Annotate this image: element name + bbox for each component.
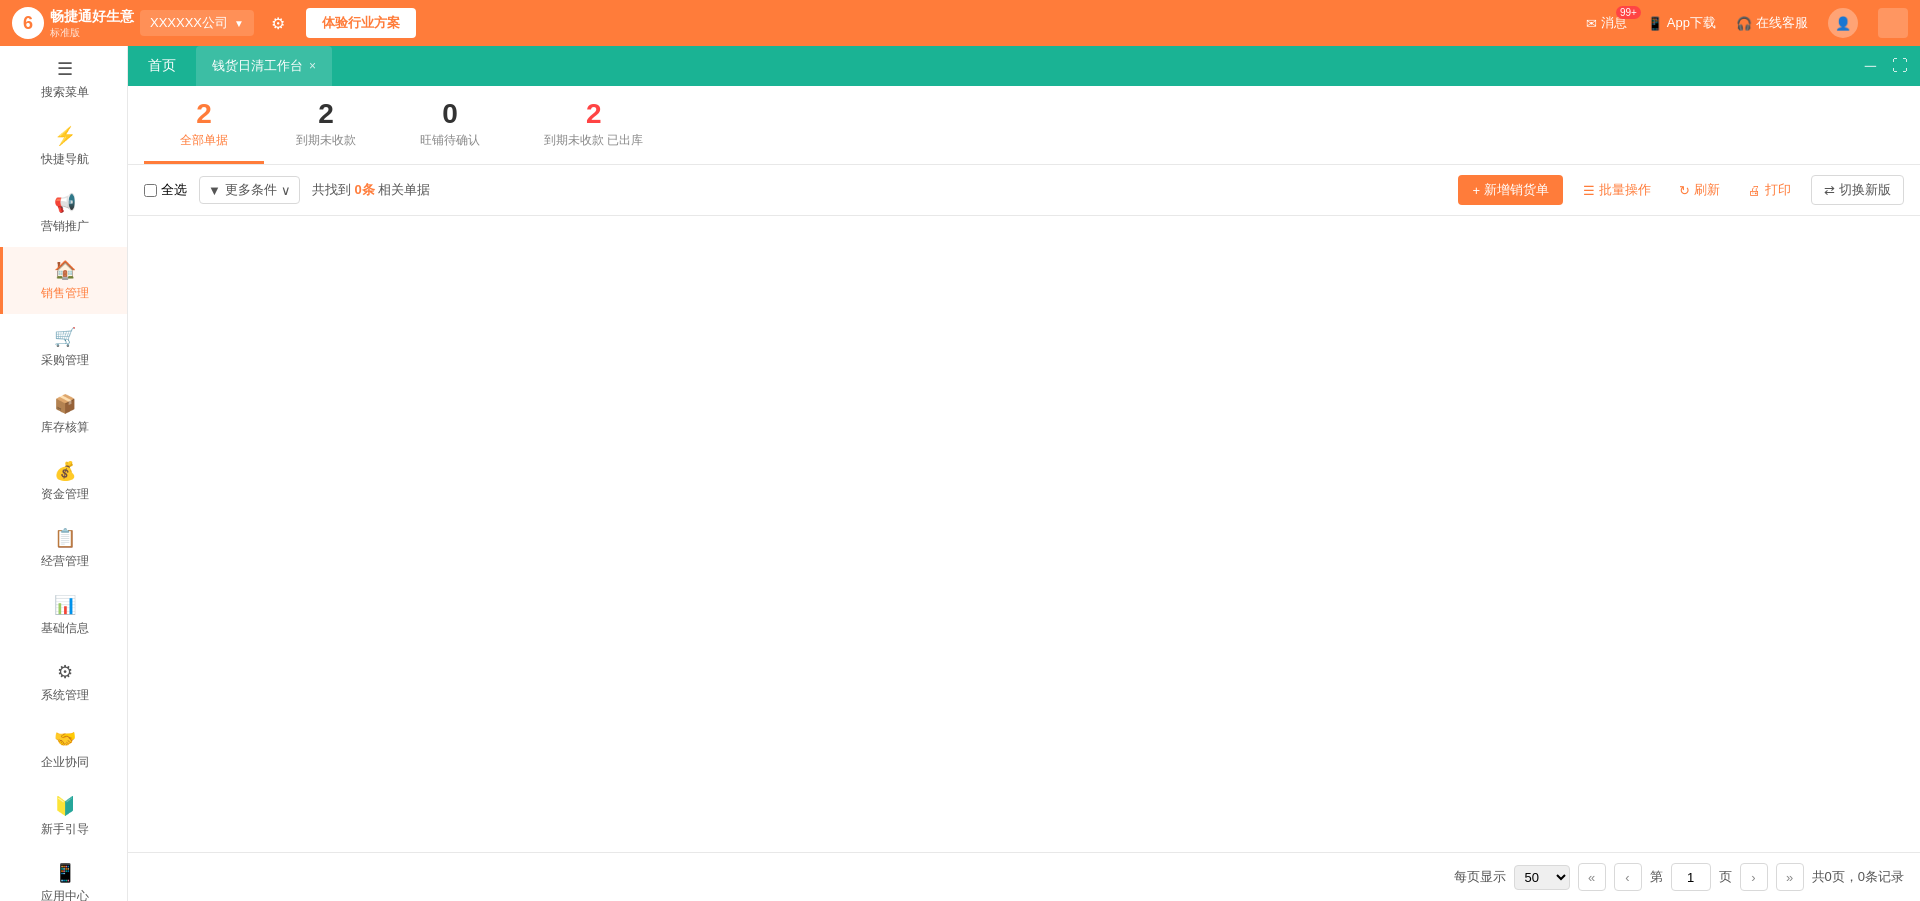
quick-nav-icon: ⚡ bbox=[54, 125, 76, 147]
headset-icon: 🎧 bbox=[1736, 16, 1752, 31]
app-center-icon: 📱 bbox=[54, 862, 76, 884]
sidebar-item-marketing[interactable]: 📢 营销推广 bbox=[0, 180, 127, 247]
message-button[interactable]: ✉ 消息 99+ bbox=[1586, 14, 1627, 32]
system-icon: ⚙ bbox=[57, 661, 73, 683]
sidebar-item-system[interactable]: ⚙ 系统管理 bbox=[0, 649, 127, 716]
header-right: ✉ 消息 99+ 📱 App下载 🎧 在线客服 👤 bbox=[1586, 8, 1908, 38]
add-sales-order-button[interactable]: + 新增销货单 bbox=[1458, 175, 1563, 205]
batch-action-button[interactable]: ☰ 批量操作 bbox=[1575, 177, 1659, 203]
download-icon: 📱 bbox=[1647, 16, 1663, 31]
sidebar: ☰ 搜索菜单 ⚡ 快捷导航 📢 营销推广 🏠 销售管理 🛒 采购管理 📦 库存核… bbox=[0, 46, 128, 901]
top-header: 6 畅捷通好生意 标准版 XXXXXX公司 ▼ ⚙ 体验行业方案 ✉ 消息 99… bbox=[0, 0, 1920, 46]
sidebar-item-search-menu[interactable]: ☰ 搜索菜单 bbox=[0, 46, 127, 113]
operation-icon: 📋 bbox=[54, 527, 76, 549]
tab-bar: 首页 钱货日清工作台 × ─ ⛶ bbox=[128, 46, 1920, 86]
switch-version-button[interactable]: ⇄ 切换新版 bbox=[1811, 175, 1904, 205]
switch-icon: ⇄ bbox=[1824, 183, 1835, 198]
chevron-down-icon: ▼ bbox=[234, 18, 244, 29]
filter-icon: ▼ bbox=[208, 183, 221, 198]
finance-icon: 💰 bbox=[54, 460, 76, 482]
stat-tab-overdue-unpaid[interactable]: 2 到期未收款 bbox=[264, 86, 388, 164]
sidebar-item-basic-info[interactable]: 📊 基础信息 bbox=[0, 582, 127, 649]
table-area bbox=[128, 216, 1920, 852]
chevron-filter-icon: ∨ bbox=[281, 183, 291, 198]
print-button[interactable]: 🖨 打印 bbox=[1740, 177, 1799, 203]
inventory-icon: 📦 bbox=[54, 393, 76, 415]
batch-icon: ☰ bbox=[1583, 183, 1595, 198]
result-text: 共找到 0条 相关单据 bbox=[312, 181, 430, 199]
minimize-tab-icon[interactable]: ─ bbox=[1861, 53, 1880, 79]
sidebar-item-guide[interactable]: 🔰 新手引导 bbox=[0, 783, 127, 850]
stat-tab-wangpu[interactable]: 0 旺铺待确认 bbox=[388, 86, 512, 164]
refresh-icon: ↻ bbox=[1679, 183, 1690, 198]
plus-icon: + bbox=[1472, 183, 1480, 198]
page-size-select[interactable]: 50 10 20 100 bbox=[1514, 865, 1570, 890]
stat-tab-all[interactable]: 2 全部单据 bbox=[144, 86, 264, 164]
filter-button[interactable]: ▼ 更多条件 ∨ bbox=[199, 176, 300, 204]
page-input[interactable] bbox=[1671, 863, 1711, 891]
print-icon: 🖨 bbox=[1748, 183, 1761, 198]
logo-text: 畅捷通好生意 标准版 bbox=[50, 7, 134, 38]
sidebar-item-operation[interactable]: 📋 经营管理 bbox=[0, 515, 127, 582]
sidebar-item-sales[interactable]: 🏠 销售管理 bbox=[0, 247, 127, 314]
sidebar-item-purchase[interactable]: 🛒 采购管理 bbox=[0, 314, 127, 381]
search-menu-icon: ☰ bbox=[57, 58, 73, 80]
select-all-checkbox[interactable]: 全选 bbox=[144, 181, 187, 199]
stats-tabs: 2 全部单据 2 到期未收款 0 旺铺待确认 2 到期未收款 已出库 bbox=[128, 86, 1920, 165]
purchase-icon: 🛒 bbox=[54, 326, 76, 348]
first-page-button[interactable]: « bbox=[1578, 863, 1606, 891]
marketing-icon: 📢 bbox=[54, 192, 76, 214]
close-tab-icon[interactable]: × bbox=[309, 59, 316, 73]
online-service-button[interactable]: 🎧 在线客服 bbox=[1736, 14, 1808, 32]
settings-button[interactable]: ⚙ bbox=[262, 7, 294, 39]
logo-icon: 6 bbox=[12, 7, 44, 39]
avatar[interactable]: 👤 bbox=[1828, 8, 1858, 38]
stat-tab-overdue-unshipped[interactable]: 2 到期未收款 已出库 bbox=[512, 86, 675, 164]
next-page-button[interactable]: › bbox=[1740, 863, 1768, 891]
prev-page-button[interactable]: ‹ bbox=[1614, 863, 1642, 891]
sidebar-item-finance[interactable]: 💰 资金管理 bbox=[0, 448, 127, 515]
logo-area: 6 畅捷通好生意 标准版 bbox=[12, 7, 140, 39]
message-icon: ✉ bbox=[1586, 16, 1597, 31]
total-info: 共0页，0条记录 bbox=[1812, 868, 1904, 886]
trial-button[interactable]: 体验行业方案 bbox=[306, 8, 416, 38]
toolbar-right: + 新增销货单 ☰ 批量操作 ↻ 刷新 🖨 打印 bbox=[1458, 175, 1904, 205]
company-selector[interactable]: XXXXXX公司 ▼ bbox=[140, 10, 254, 36]
sales-icon: 🏠 bbox=[54, 259, 76, 281]
app-download-button[interactable]: 📱 App下载 bbox=[1647, 14, 1716, 32]
cooperation-icon: 🤝 bbox=[54, 728, 76, 750]
tab-home[interactable]: 首页 bbox=[128, 46, 196, 86]
maximize-tab-icon[interactable]: ⛶ bbox=[1888, 53, 1912, 79]
last-page-button[interactable]: » bbox=[1776, 863, 1804, 891]
refresh-button[interactable]: ↻ 刷新 bbox=[1671, 177, 1728, 203]
guide-icon: 🔰 bbox=[54, 795, 76, 817]
tab-active[interactable]: 钱货日清工作台 × bbox=[196, 46, 332, 86]
sidebar-item-inventory[interactable]: 📦 库存核算 bbox=[0, 381, 127, 448]
basic-info-icon: 📊 bbox=[54, 594, 76, 616]
sidebar-item-cooperation[interactable]: 🤝 企业协同 bbox=[0, 716, 127, 783]
content-area: 首页 钱货日清工作台 × ─ ⛶ 2 全部单据 2 到期未收款 bbox=[128, 46, 1920, 901]
avatar-extra bbox=[1878, 8, 1908, 38]
toolbar: 全选 ▼ 更多条件 ∨ 共找到 0条 相关单据 + 新增销货单 ☰ bbox=[128, 165, 1920, 216]
page-content: 2 全部单据 2 到期未收款 0 旺铺待确认 2 到期未收款 已出库 bbox=[128, 86, 1920, 901]
sidebar-item-quick-nav[interactable]: ⚡ 快捷导航 bbox=[0, 113, 127, 180]
sidebar-item-app-center[interactable]: 📱 应用中心 bbox=[0, 850, 127, 901]
pagination-bar: 每页显示 50 10 20 100 « ‹ 第 页 › » 共0页，0条记录 bbox=[128, 852, 1920, 901]
tab-bar-actions: ─ ⛶ bbox=[1861, 53, 1920, 79]
main-layout: ☰ 搜索菜单 ⚡ 快捷导航 📢 营销推广 🏠 销售管理 🛒 采购管理 📦 库存核… bbox=[0, 46, 1920, 901]
